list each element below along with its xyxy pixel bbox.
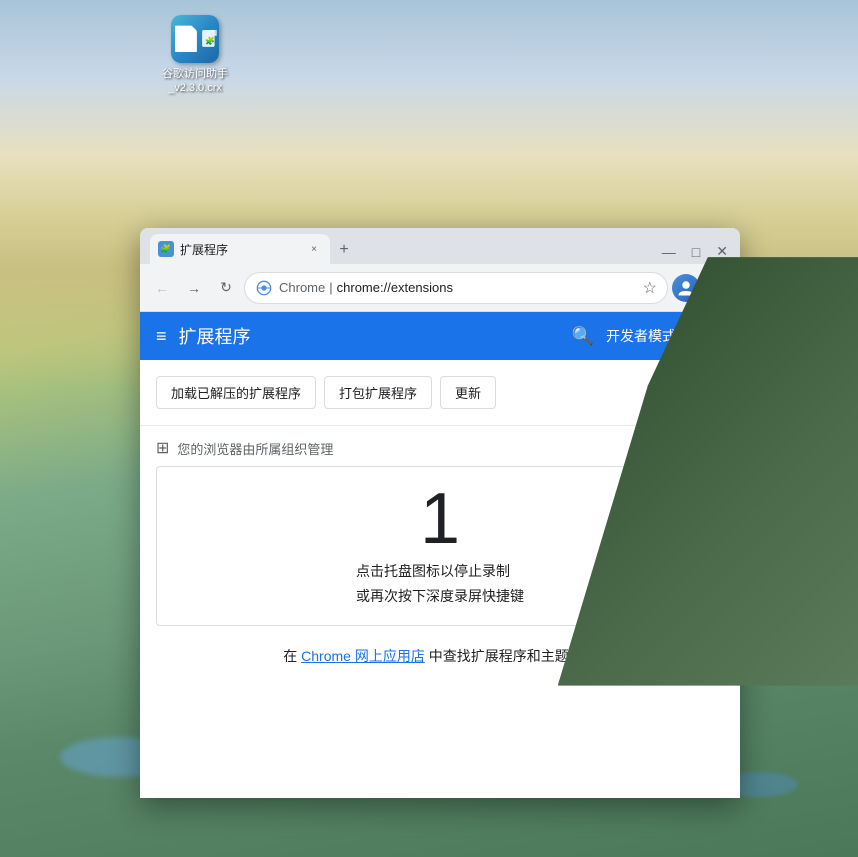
address-text: Chrome | chrome://extensions [279, 280, 453, 295]
hamburger-menu-icon[interactable]: ≡ [156, 326, 167, 347]
chrome-menu-button[interactable]: ⋮ [704, 274, 732, 302]
tab-close-button[interactable]: × [306, 241, 322, 257]
load-unpacked-button[interactable]: 加载已解压的扩展程序 [156, 376, 316, 409]
maximize-button[interactable]: □ [692, 244, 700, 260]
store-link-area: 在 Chrome 网上应用店 中查找扩展程序和主题背景 [140, 626, 740, 686]
org-managed-banner: ⊞ 您的浏览器由所属组织管理 [156, 438, 724, 458]
tab-extensions[interactable]: 🧩 扩展程序 × [150, 234, 330, 264]
desktop-icon-crx[interactable]: 🧩 谷歌访问助手 _v2.3.0.crx [155, 15, 235, 96]
crx-file-icon: 🧩 [201, 21, 219, 57]
back-button[interactable]: ← [148, 274, 176, 302]
extensions-content: 加载已解压的扩展程序 打包扩展程序 更新 ⊞ 您的浏览器由所属组织管理 1 点击… [140, 360, 740, 798]
chrome-store-link[interactable]: Chrome 网上应用店 [301, 648, 425, 664]
desktop: 🧩 谷歌访问助手 _v2.3.0.crx 🧩 扩展程序 × + [0, 0, 858, 857]
address-actions: ☆ [643, 278, 657, 298]
store-link-suffix: 中查找扩展程序和主题背景 [429, 648, 597, 664]
extensions-header: ≡ 扩展程序 🔍 开发者模式 [140, 312, 740, 360]
extensions-page-title: 扩展程序 [179, 323, 251, 349]
forward-button[interactable]: → [180, 274, 208, 302]
org-managed-text: 您的浏览器由所属组织管理 [177, 439, 333, 458]
browser-window: 🧩 扩展程序 × + — □ ✕ ← → ↻ [140, 228, 740, 798]
recording-overlay: 1 点击托盘图标以停止录制 或再次按下深度录屏快捷键 [156, 466, 724, 626]
puzzle-icon: 🧩 [160, 244, 171, 255]
minimize-button[interactable]: — [662, 244, 676, 260]
search-icon[interactable]: 🔍 [572, 326, 594, 347]
dev-mode-toggle[interactable] [688, 326, 724, 346]
svg-text:🧩: 🧩 [205, 36, 215, 46]
tab-icon: 🧩 [158, 241, 174, 257]
pack-extension-button[interactable]: 打包扩展程序 [324, 376, 432, 409]
dev-mode-label: 开发者模式 [606, 326, 676, 346]
profile-button[interactable] [672, 274, 700, 302]
action-buttons-row: 加载已解压的扩展程序 打包扩展程序 更新 [140, 360, 740, 426]
grid-icon: ⊞ [156, 438, 169, 458]
tab-title: 扩展程序 [180, 241, 300, 258]
recording-countdown: 1 [420, 483, 460, 555]
toolbar-actions: ⋮ [672, 274, 732, 302]
new-tab-button[interactable]: + [330, 236, 358, 264]
browser-toolbar: ← → ↻ Chrome | chrome://extensions [140, 264, 740, 312]
title-bar: 🧩 扩展程序 × + — □ ✕ [140, 228, 740, 264]
desktop-icon-label: 谷歌访问助手 _v2.3.0.crx [162, 67, 228, 96]
address-separator: | [329, 280, 332, 295]
address-path: chrome://extensions [337, 280, 453, 295]
address-brand: Chrome [279, 280, 325, 295]
tab-area: 🧩 扩展程序 × + [140, 228, 650, 264]
close-button[interactable]: ✕ [716, 243, 728, 260]
update-button[interactable]: 更新 [440, 376, 496, 409]
window-controls: — □ ✕ [650, 243, 740, 264]
desktop-icon-image: 🧩 [171, 15, 219, 63]
store-link-prefix: 在 [283, 648, 301, 664]
bookmark-icon[interactable]: ☆ [643, 278, 657, 298]
refresh-button[interactable]: ↻ [212, 274, 240, 302]
address-bar[interactable]: Chrome | chrome://extensions ☆ [244, 272, 668, 304]
site-icon [255, 279, 273, 297]
recording-text: 点击托盘图标以停止录制 或再次按下深度录屏快捷键 [356, 559, 524, 609]
header-actions: 🔍 开发者模式 [572, 326, 724, 347]
